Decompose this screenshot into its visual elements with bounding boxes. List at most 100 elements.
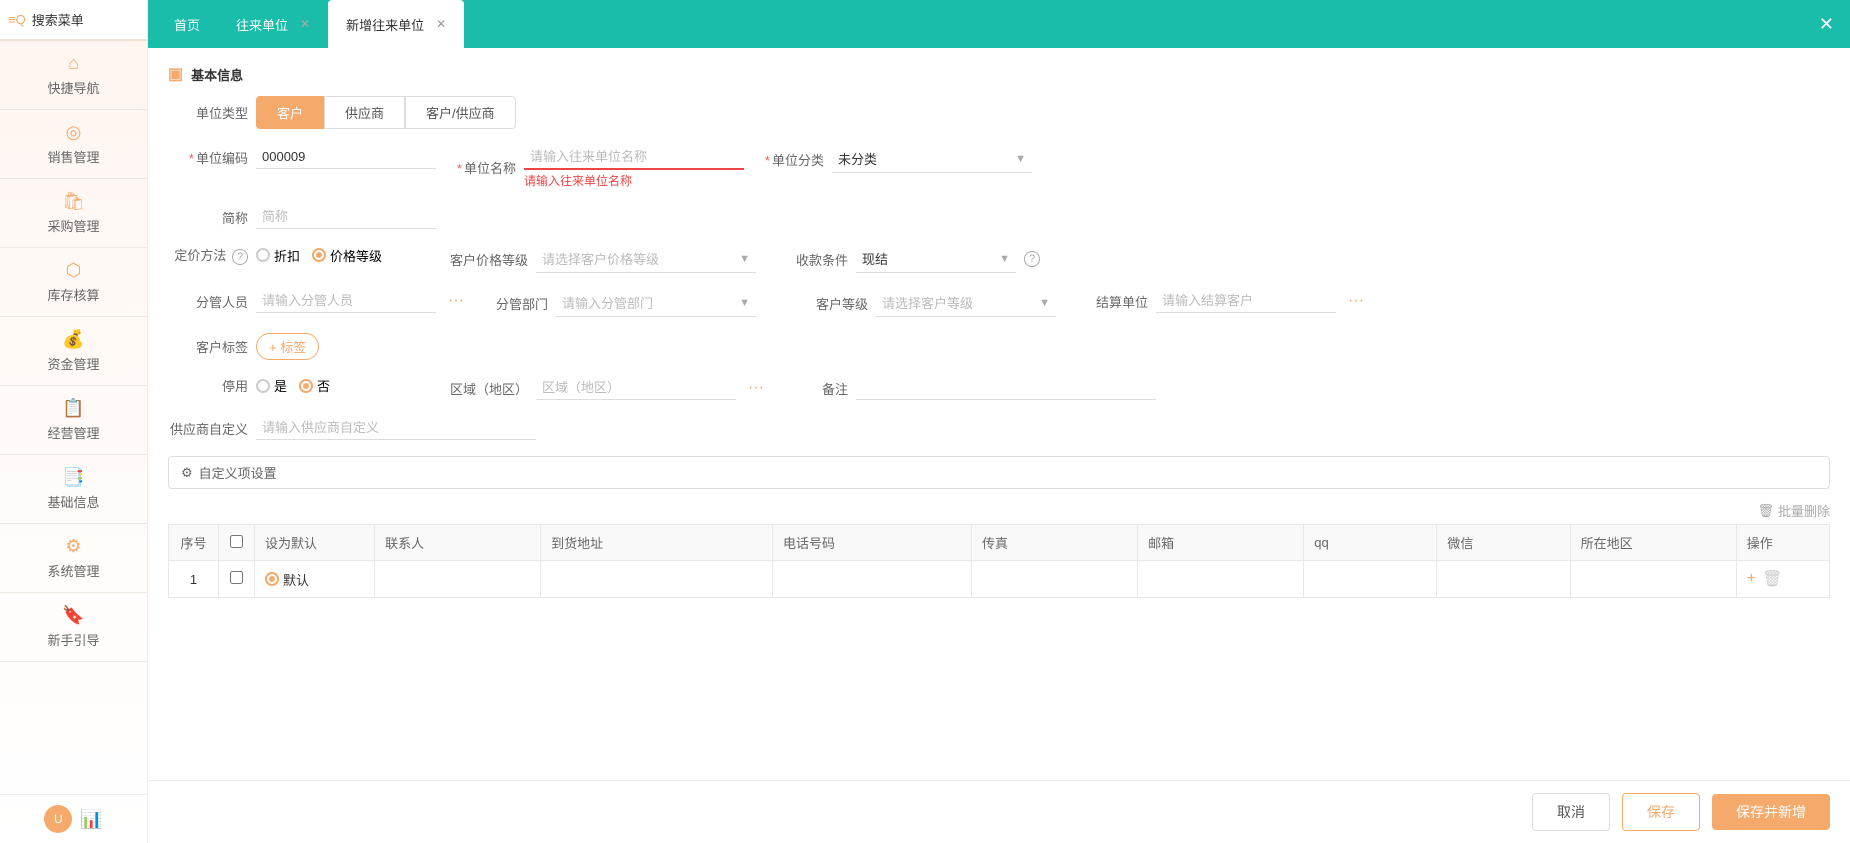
- disabled-no-radio[interactable]: 否: [299, 376, 330, 395]
- sidebar-search[interactable]: ≡Q 搜索菜单: [0, 0, 147, 41]
- sidebar-item-inventory[interactable]: ⬡ 库存核算: [0, 248, 147, 317]
- sidebar-item-guide[interactable]: 🔖 新手引导: [0, 593, 147, 662]
- remark-label: 备注: [768, 379, 848, 398]
- bottom-bar: 取消 保存 保存并新增: [148, 780, 1850, 843]
- section-header: ▣ 基本信息: [168, 48, 1830, 96]
- pricing-discount-circle: [256, 248, 270, 262]
- name-label: *单位名称: [436, 158, 516, 177]
- row-phone-input[interactable]: [783, 572, 883, 587]
- tab-new-partner-label: 新增往来单位: [346, 15, 424, 34]
- select-all-checkbox[interactable]: [230, 535, 243, 548]
- row-location-input[interactable]: [1581, 572, 1661, 587]
- tab-partners-label: 往来单位: [236, 15, 288, 34]
- name-input[interactable]: [524, 145, 744, 170]
- row-add-button[interactable]: +: [1747, 570, 1756, 588]
- category-select[interactable]: 未分类 ▼: [832, 145, 1032, 173]
- tab-partners[interactable]: 往来单位 ✕: [218, 0, 328, 48]
- dept-arrow-icon: ▼: [739, 297, 750, 309]
- settlement-input[interactable]: [1156, 289, 1336, 313]
- row-action-cell: + 🗑: [1736, 561, 1829, 598]
- code-input[interactable]: [256, 145, 436, 169]
- remark-field: 备注: [768, 376, 1830, 400]
- save-new-button[interactable]: 保存并新增: [1712, 794, 1830, 830]
- customer-level-select[interactable]: 请选择客户等级 ▼: [876, 289, 1056, 317]
- disabled-yes-radio[interactable]: 是: [256, 376, 287, 395]
- row-default-label: 默认: [283, 570, 309, 589]
- sidebar-item-label: 采购管理: [47, 216, 99, 235]
- batch-delete-label[interactable]: 批量删除: [1778, 501, 1830, 520]
- payment-terms-arrow-icon: ▼: [999, 253, 1010, 265]
- save-button[interactable]: 保存: [1622, 793, 1700, 831]
- row-delete-button[interactable]: 🗑: [1762, 569, 1782, 589]
- main-area: 首页 往来单位 ✕ 新增往来单位 ✕ ✕ ▣ 基本信息 单位类型: [148, 0, 1850, 843]
- sidebar-item-sales[interactable]: ◎ 销售管理: [0, 110, 147, 179]
- row-contact-input[interactable]: [385, 572, 465, 587]
- tab-home[interactable]: 首页: [156, 0, 218, 48]
- row-default-radio[interactable]: 默认: [265, 570, 364, 589]
- sidebar-item-label: 销售管理: [47, 147, 99, 166]
- customer-price-level-arrow-icon: ▼: [739, 253, 750, 265]
- row-fax-input[interactable]: [982, 572, 1062, 587]
- abbr-row: 简称: [168, 205, 1830, 229]
- pricing-level-radio[interactable]: 价格等级: [312, 246, 382, 265]
- row-address-input[interactable]: [551, 572, 671, 587]
- region-input[interactable]: [536, 376, 736, 400]
- purchase-icon: 🛍: [62, 191, 85, 212]
- sidebar-item-purchase[interactable]: 🛍 采购管理: [0, 179, 147, 248]
- type-both-button[interactable]: 客户/供应商: [405, 96, 516, 129]
- tab-partners-close[interactable]: ✕: [300, 17, 310, 31]
- name-input-wrapper: 请输入往来单位名称: [524, 145, 744, 189]
- payment-terms-help-icon[interactable]: ?: [1024, 251, 1040, 267]
- sidebar-item-operations[interactable]: 📋 经营管理: [0, 386, 147, 455]
- disabled-yes-circle: [256, 379, 270, 393]
- user-avatar[interactable]: U: [44, 805, 72, 833]
- customer-price-level-field: 客户价格等级 请选择客户价格等级 ▼: [448, 245, 768, 273]
- row-qq-input[interactable]: [1314, 572, 1374, 587]
- disabled-no-circle: [299, 379, 313, 393]
- operations-icon: 📋: [62, 398, 84, 419]
- type-supplier-button[interactable]: 供应商: [324, 96, 405, 129]
- type-customer-button[interactable]: 客户: [256, 96, 324, 129]
- cancel-button[interactable]: 取消: [1532, 793, 1610, 831]
- tab-new-partner-close[interactable]: ✕: [436, 17, 446, 31]
- abbr-input[interactable]: [256, 205, 436, 229]
- remark-input[interactable]: [856, 376, 1156, 400]
- sidebar-item-system[interactable]: ⚙ 系统管理: [0, 524, 147, 593]
- customer-price-level-placeholder: 请选择客户价格等级: [542, 249, 735, 268]
- row-email-input[interactable]: [1148, 572, 1228, 587]
- pricing-help-icon[interactable]: ?: [232, 249, 248, 265]
- sidebar-item-label: 新手引导: [47, 630, 99, 649]
- add-tag-button[interactable]: + 标签: [256, 333, 319, 360]
- code-label: *单位编码: [168, 148, 248, 167]
- custom-settings-button[interactable]: ⚙ 自定义项设置: [168, 456, 1830, 489]
- settlement-more-icon[interactable]: ···: [1344, 292, 1368, 310]
- unit-type-field: 单位类型 客户 供应商 客户/供应商: [168, 96, 1830, 129]
- tab-home-label: 首页: [174, 15, 200, 34]
- sidebar-item-finance[interactable]: 💰 资金管理: [0, 317, 147, 386]
- close-all-tabs-button[interactable]: ✕: [1811, 14, 1842, 35]
- tab-new-partner[interactable]: 新增往来单位 ✕: [328, 0, 464, 48]
- manager-row: 分管人员 ··· 分管部门 请输入分管部门 ▼ 客户等级 请选择客户等级 ▼: [168, 289, 1830, 317]
- supplier-custom-input[interactable]: [256, 416, 536, 440]
- dept-select[interactable]: 请输入分管部门 ▼: [556, 289, 756, 317]
- manager-input[interactable]: [256, 289, 436, 313]
- row-wechat-input[interactable]: [1447, 572, 1507, 587]
- category-field: *单位分类 未分类 ▼: [744, 145, 1032, 173]
- row-fax-cell: [972, 561, 1138, 598]
- supplier-custom-field: 供应商自定义: [168, 416, 1830, 440]
- col-phone: 电话号码: [773, 525, 972, 561]
- row-checkbox[interactable]: [230, 571, 243, 584]
- inventory-icon: ⬡: [66, 260, 82, 281]
- sidebar-item-quick-nav[interactable]: ⌂ 快捷导航: [0, 41, 147, 110]
- payment-terms-select[interactable]: 现结 ▼: [856, 245, 1016, 273]
- pricing-level-label: 价格等级: [330, 246, 382, 265]
- bar-chart-icon: 📊: [80, 809, 102, 830]
- dept-label: 分管部门: [468, 294, 548, 313]
- customer-price-level-select[interactable]: 请选择客户价格等级 ▼: [536, 245, 756, 273]
- sidebar-item-basic-info[interactable]: 📑 基础信息: [0, 455, 147, 524]
- sidebar-item-label: 快捷导航: [47, 78, 99, 97]
- row-contact-cell: [375, 561, 541, 598]
- manager-more-icon[interactable]: ···: [444, 292, 468, 310]
- region-more-icon[interactable]: ···: [744, 379, 768, 397]
- pricing-discount-radio[interactable]: 折扣: [256, 246, 300, 265]
